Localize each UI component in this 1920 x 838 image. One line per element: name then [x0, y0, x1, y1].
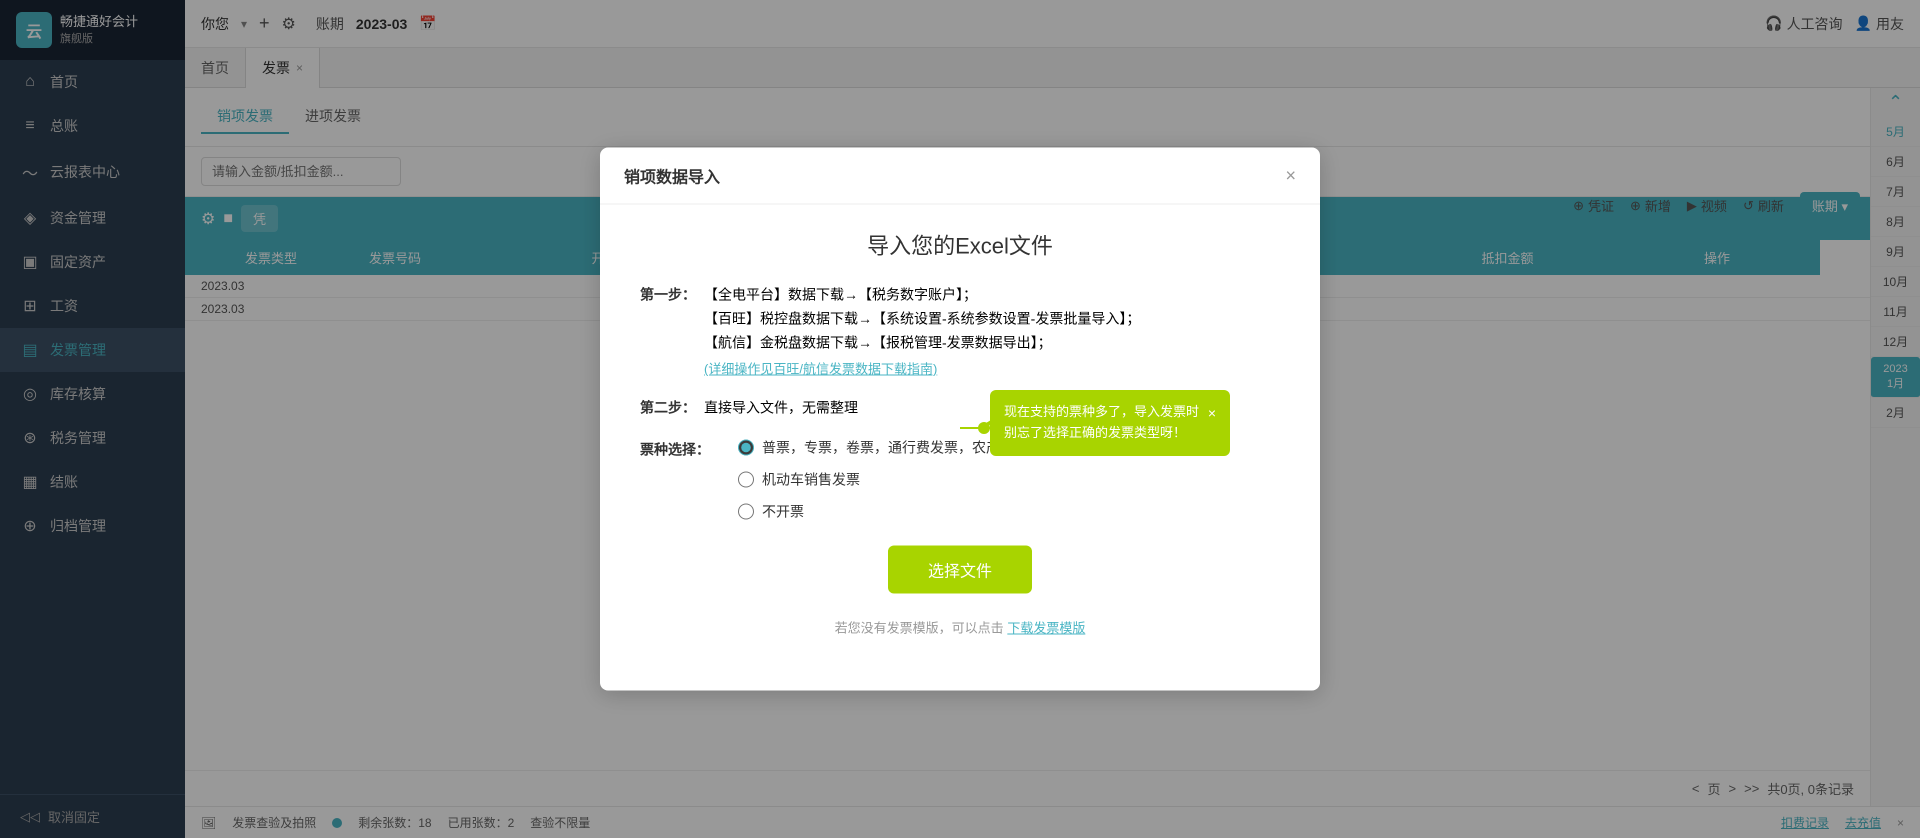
radio-motor-label: 机动车销售发票 — [762, 470, 860, 490]
tooltip-text: 现在支持的票种多了，导入发票时别忘了选择正确的发票类型呀！ — [1004, 404, 1199, 440]
select-file-button[interactable]: 选择文件 — [888, 546, 1032, 594]
tooltip-close-button[interactable]: × — [1208, 402, 1216, 424]
radio-no-input[interactable] — [738, 504, 754, 520]
modal-main-title: 导入您的Excel文件 — [640, 229, 1280, 261]
radio-no-label: 不开票 — [762, 502, 804, 522]
download-hint-text: 若您没有发票模版，可以点击 — [835, 621, 1004, 636]
modal-close-button[interactable]: × — [1285, 165, 1296, 186]
tooltip-box: × 现在支持的票种多了，导入发票时别忘了选择正确的发票类型呀！ — [990, 390, 1230, 456]
download-template-link[interactable]: 下载发票模版 — [1007, 621, 1085, 636]
step1-line2: 【百旺】税控盘数据下载→【系统设置-系统参数设置-发票批量导入】； — [704, 309, 1140, 329]
step2-content: 直接导入文件，无需整理 — [704, 398, 858, 418]
radio-motor-input[interactable] — [738, 472, 754, 488]
modal-title: 销项数据导入 — [624, 164, 720, 188]
step-1: 第一步： 【全电平台】数据下载→【税务数字账户】； 【百旺】税控盘数据下载→【系… — [640, 285, 1280, 378]
modal-header: 销项数据导入 × — [600, 148, 1320, 205]
step2-label: 第二步： — [640, 398, 696, 418]
download-hint: 若您没有发票模版，可以点击 下载发票模版 — [640, 618, 1280, 637]
step1-line1: 【全电平台】数据下载→【税务数字账户】； — [704, 285, 1140, 305]
radio-motor[interactable]: 机动车销售发票 — [738, 470, 1070, 490]
step1-line3: 【航信】金税盘数据下载→【报税管理-发票数据导出】； — [704, 333, 1140, 353]
ticket-label: 票种选择： — [640, 440, 710, 460]
step1-label: 第一步： — [640, 285, 696, 305]
step1-guide-link[interactable]: (详细操作见百旺/航信发票数据下载指南) — [704, 362, 937, 377]
radio-normal-input[interactable] — [738, 440, 754, 456]
radio-no[interactable]: 不开票 — [738, 502, 1070, 522]
